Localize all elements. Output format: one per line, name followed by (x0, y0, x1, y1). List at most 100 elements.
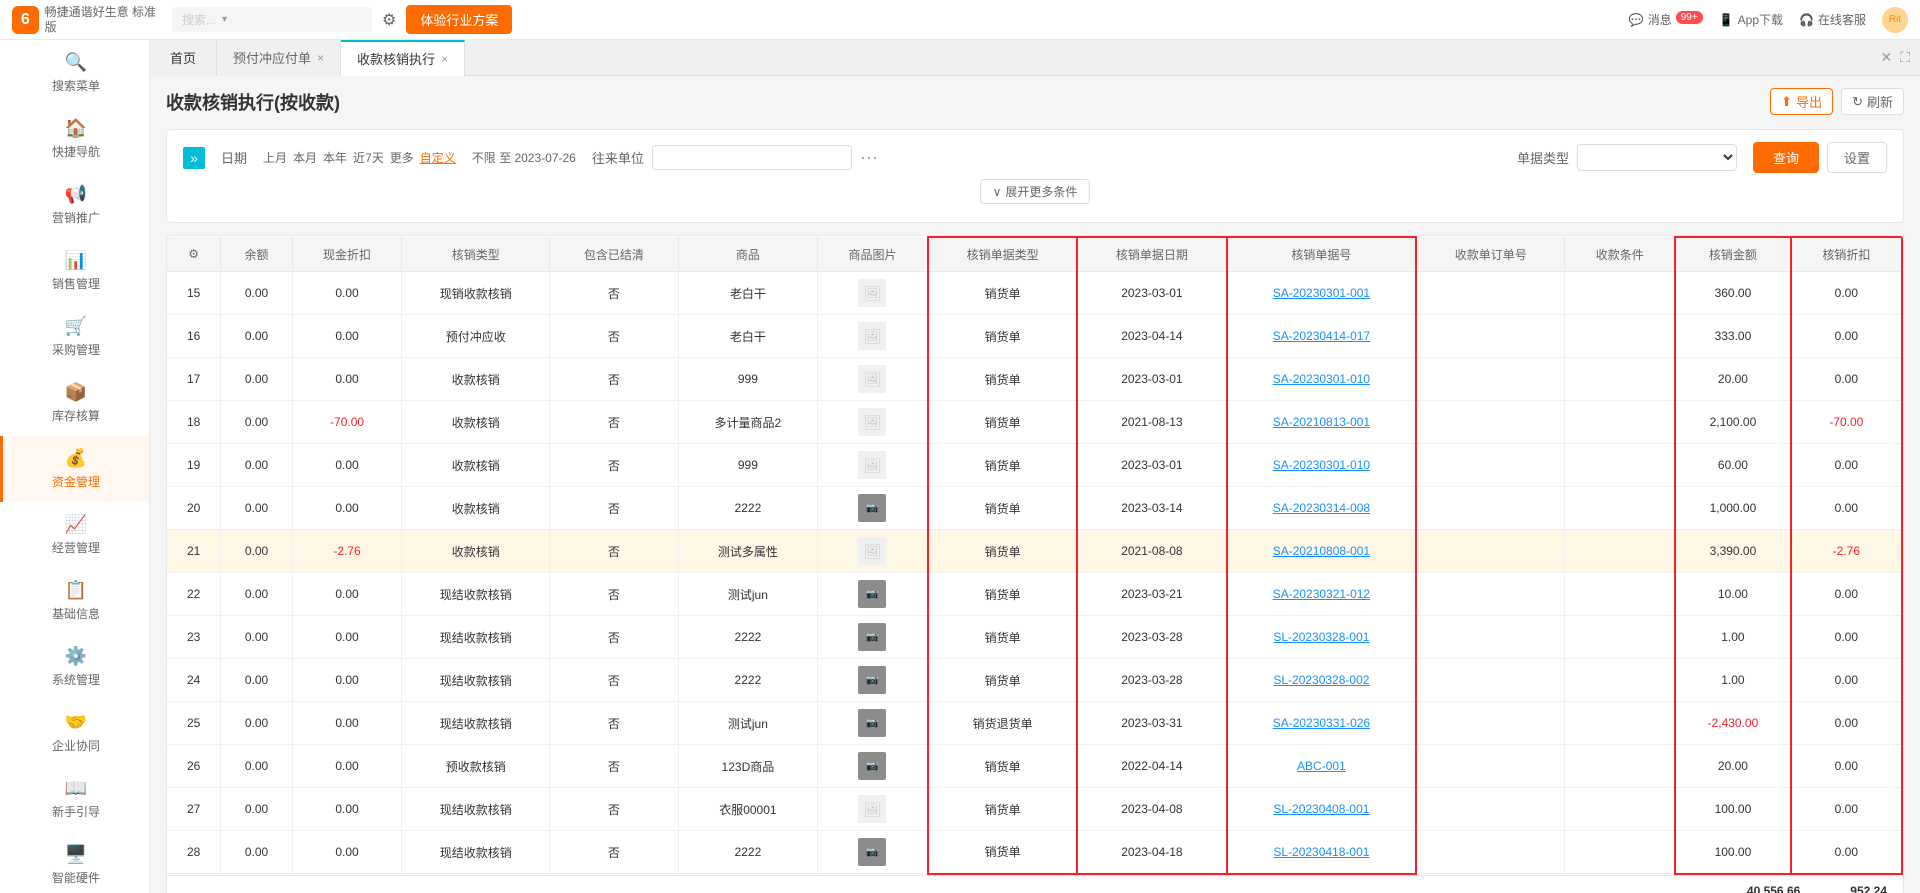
td-voucher-no[interactable]: SL-20230328-001 (1227, 616, 1417, 659)
gear-icon[interactable]: ⚙ (382, 10, 396, 30)
expand-window-icon[interactable]: ⛶ (1900, 49, 1910, 66)
td-voucher-date: 2023-04-18 (1077, 831, 1226, 874)
sidebar-item-marketing[interactable]: 📢 营销推广 (0, 172, 149, 238)
td-receipt-order-no (1416, 831, 1565, 874)
sidebar-item-hardware[interactable]: 🖥️ 智能硬件 (0, 832, 149, 893)
sidebar-item-funds[interactable]: 💰 资金管理 (0, 436, 149, 502)
close-tab-icon[interactable]: ✕ (1880, 49, 1892, 66)
refresh-button[interactable]: ↻ 刷新 (1841, 88, 1904, 115)
top-search[interactable]: 搜索... ▾ (172, 7, 372, 32)
td-voucher-no[interactable]: SA-20210808-001 (1227, 530, 1417, 573)
td-cancel-discount: 0.00 (1791, 487, 1902, 530)
th-setting[interactable]: ⚙ (167, 237, 221, 272)
td-id: 22 (167, 573, 221, 616)
settings-button[interactable]: 设置 (1827, 142, 1887, 173)
td-voucher-type: 销货单 (928, 487, 1077, 530)
td-voucher-no[interactable]: SL-20230418-001 (1227, 831, 1417, 874)
td-voucher-date: 2023-03-28 (1077, 616, 1226, 659)
logo-area: 6 畅捷通谐好生意 标准版 (12, 5, 162, 34)
product-image: 🖼 (858, 537, 886, 565)
product-image: 🖼 (858, 795, 886, 823)
sidebar-item-label: 采购管理 (52, 341, 100, 358)
date-last-7days[interactable]: 近7天 (353, 149, 384, 166)
date-last-month[interactable]: 上月 (263, 149, 287, 166)
sidebar-item-operations[interactable]: 📈 经营管理 (0, 502, 149, 568)
expand-more-button[interactable]: ∨ 展开更多条件 (980, 179, 1091, 204)
data-table-wrap: ⚙ 余额 现金折扣 核销类型 包含已结清 商品 商品图片 核销单据类型 核销单据… (166, 235, 1904, 893)
td-voucher-no[interactable]: SA-20230301-010 (1227, 444, 1417, 487)
td-receipt-terms (1565, 745, 1675, 788)
tab-prepay[interactable]: 预付冲应付单 × (217, 40, 341, 76)
td-cancel-discount: 0.00 (1791, 358, 1902, 401)
td-voucher-no[interactable]: SA-20230331-026 (1227, 702, 1417, 745)
sidebar-item-search[interactable]: 🔍 搜索菜单 (0, 40, 149, 106)
sidebar-item-guide[interactable]: 📖 新手引导 (0, 766, 149, 832)
td-receipt-order-no (1416, 315, 1565, 358)
filter-expand-button[interactable]: » (183, 147, 205, 169)
th-receipt-order-no: 收款单订单号 (1416, 237, 1565, 272)
td-cancel-amount: 20.00 (1675, 745, 1791, 788)
avatar[interactable]: Rit (1882, 7, 1908, 33)
sidebar-item-purchase[interactable]: 🛒 采购管理 (0, 304, 149, 370)
column-setting-icon[interactable]: ⚙ (188, 247, 199, 261)
marketing-icon: 📢 (65, 184, 87, 205)
sidebar-item-sales[interactable]: 📊 销售管理 (0, 238, 149, 304)
online-service-item[interactable]: 🎧 在线客服 (1799, 11, 1866, 28)
td-product-img: 🖼 (818, 315, 928, 358)
export-button[interactable]: ⬆ 导出 (1770, 88, 1833, 115)
td-voucher-no[interactable]: SA-20230301-010 (1227, 358, 1417, 401)
product-image: 📷 (858, 709, 886, 737)
th-balance: 余额 (221, 237, 292, 272)
partner-label: 往来单位 (592, 148, 644, 167)
td-product-img: 📷 (818, 659, 928, 702)
voucher-type-select[interactable] (1577, 144, 1737, 171)
td-cash-discount: 0.00 (292, 659, 402, 702)
sidebar-item-system[interactable]: ⚙️ 系统管理 (0, 634, 149, 700)
tab-bar-actions: ✕ ⛶ (1880, 49, 1920, 66)
td-cash-discount: 0.00 (292, 745, 402, 788)
date-this-year[interactable]: 本年 (323, 149, 347, 166)
table-row: 23 0.00 0.00 现结收款核销 否 2222 📷 销货单 2023-03… (167, 616, 1902, 659)
td-voucher-no[interactable]: ABC-001 (1227, 745, 1417, 788)
tab-receipt-cancel-close-icon[interactable]: × (441, 52, 448, 66)
date-more[interactable]: 更多 (390, 149, 414, 166)
tab-prepay-close-icon[interactable]: × (317, 51, 324, 65)
td-product-img: 🖼 (818, 272, 928, 315)
tab-home[interactable]: 首页 (150, 40, 217, 76)
partner-input[interactable] (652, 145, 852, 170)
product-image: 🖼 (858, 322, 886, 350)
sidebar-item-basic-info[interactable]: 📋 基础信息 (0, 568, 149, 634)
td-voucher-no[interactable]: SL-20230408-001 (1227, 788, 1417, 831)
product-image: 📷 (858, 666, 886, 694)
sidebar-item-label: 企业协同 (52, 737, 100, 754)
td-cash-discount: 0.00 (292, 702, 402, 745)
date-custom[interactable]: 自定义 (420, 149, 456, 166)
td-voucher-no[interactable]: SA-20210813-001 (1227, 401, 1417, 444)
td-receipt-terms (1565, 444, 1675, 487)
app-download-item[interactable]: 📱 App下载 (1719, 11, 1783, 28)
td-voucher-no[interactable]: SA-20230301-001 (1227, 272, 1417, 315)
td-voucher-no[interactable]: SA-20230414-017 (1227, 315, 1417, 358)
query-button[interactable]: 查询 (1753, 142, 1819, 173)
date-this-month[interactable]: 本月 (293, 149, 317, 166)
sidebar-item-quicknav[interactable]: 🏠 快捷导航 (0, 106, 149, 172)
service-label: 在线客服 (1818, 11, 1866, 28)
td-cancel-amount: 100.00 (1675, 788, 1791, 831)
td-voucher-no[interactable]: SA-20230321-012 (1227, 573, 1417, 616)
sidebar-item-collab[interactable]: 🤝 企业协同 (0, 700, 149, 766)
td-voucher-type: 销货单 (928, 530, 1077, 573)
content-area: 首页 预付冲应付单 × 收款核销执行 × ✕ ⛶ 收款核销执行(按收款) (150, 40, 1920, 893)
sidebar-item-inventory[interactable]: 📦 库存核算 (0, 370, 149, 436)
partner-dots-icon[interactable]: ··· (860, 147, 878, 168)
td-receipt-terms (1565, 788, 1675, 831)
td-id: 23 (167, 616, 221, 659)
message-item[interactable]: 💬 消息 99+ (1629, 11, 1703, 28)
industry-solution-button[interactable]: 体验行业方案 (406, 5, 512, 34)
td-cancel-discount: 0.00 (1791, 616, 1902, 659)
tab-receipt-cancel[interactable]: 收款核销执行 × (341, 40, 465, 76)
td-voucher-type: 销货单 (928, 444, 1077, 487)
td-voucher-no[interactable]: SL-20230328-002 (1227, 659, 1417, 702)
td-voucher-no[interactable]: SA-20230314-008 (1227, 487, 1417, 530)
td-receipt-order-no (1416, 616, 1565, 659)
inventory-icon: 📦 (65, 382, 87, 403)
